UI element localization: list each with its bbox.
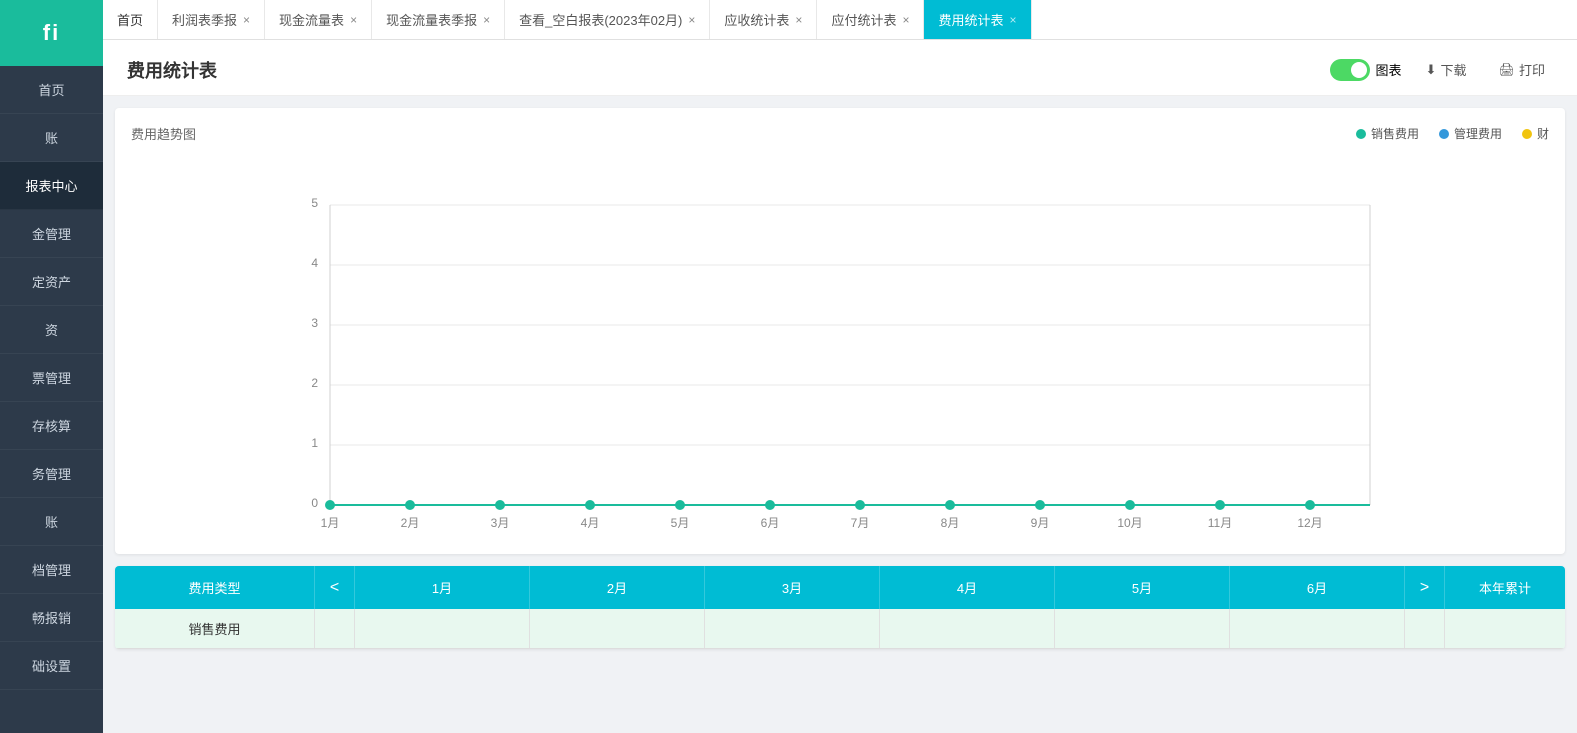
sidebar-item-account[interactable]: 账 (0, 114, 103, 162)
close-icon[interactable]: × (483, 13, 490, 27)
tab-cashflow-q[interactable]: 现金流量表季报 × (372, 0, 505, 39)
sidebar-item-cash[interactable]: 金管理 (0, 210, 103, 258)
sidebar-item-archive[interactable]: 档管理 (0, 546, 103, 594)
row-col-3 (705, 609, 880, 648)
col-total-header: 本年累计 (1445, 566, 1565, 609)
row-type-label: 销售费用 (115, 609, 315, 648)
chart-title: 费用趋势图 (131, 124, 196, 143)
col-5-header: 5月 (1055, 566, 1230, 609)
chart-toggle-container: 图表 (1330, 59, 1402, 81)
sidebar-item-ledger[interactable]: 账 (0, 498, 103, 546)
sidebar-item-settings[interactable]: 础设置 (0, 642, 103, 690)
sidebar-item-expense[interactable]: 畅报销 (0, 594, 103, 642)
row-col-6 (1230, 609, 1405, 648)
svg-text:12月: 12月 (1297, 516, 1322, 530)
svg-text:9月: 9月 (1031, 516, 1050, 530)
tab-blank-report[interactable]: 查看_空白报表(2023年02月) × (505, 0, 710, 39)
sidebar-item-inventory[interactable]: 存核算 (0, 402, 103, 450)
close-icon[interactable]: × (243, 13, 250, 27)
print-button[interactable]: 🖨 打印 (1490, 56, 1553, 83)
svg-text:3月: 3月 (491, 516, 510, 530)
col-3-header: 3月 (705, 566, 880, 609)
main-area: 首页 利润表季报 × 现金流量表 × 现金流量表季报 × 查看_空白报表(202… (103, 0, 1577, 733)
close-icon[interactable]: × (1009, 13, 1016, 27)
table-header-row: 费用类型 < 1月 2月 3月 4月 5月 6月 > 本年累计 (115, 566, 1565, 609)
close-icon[interactable]: × (350, 13, 357, 27)
sidebar-item-invoice[interactable]: 票管理 (0, 354, 103, 402)
svg-text:0: 0 (311, 496, 318, 510)
tab-receivable[interactable]: 应收统计表 × (710, 0, 817, 39)
chart-toggle-label: 图表 (1376, 60, 1402, 79)
legend-finance: 财 (1522, 125, 1549, 142)
row-col-5 (1055, 609, 1230, 648)
print-icon: 🖨 (1498, 62, 1515, 78)
chart-section: 费用趋势图 销售费用 管理费用 财 (115, 108, 1565, 554)
svg-text:10月: 10月 (1117, 516, 1142, 530)
legend-dot-mgmt (1439, 129, 1449, 139)
page-title: 费用统计表 (127, 57, 217, 83)
legend-sales: 销售费用 (1356, 125, 1419, 142)
sidebar-item-home[interactable]: 首页 (0, 66, 103, 114)
col-2-header: 2月 (530, 566, 705, 609)
chart-header: 费用趋势图 销售费用 管理费用 财 (131, 124, 1549, 143)
row-total (1445, 609, 1565, 648)
chart-legend: 销售费用 管理费用 财 (1356, 125, 1549, 142)
col-type-header: 费用类型 (115, 566, 315, 609)
close-icon[interactable]: × (902, 13, 909, 27)
table-row: 销售费用 (115, 609, 1565, 649)
tab-home[interactable]: 首页 (103, 0, 158, 39)
row-nav-next (1405, 609, 1445, 648)
svg-text:3: 3 (311, 316, 318, 330)
svg-text:1: 1 (311, 436, 318, 450)
tab-bar: 首页 利润表季报 × 现金流量表 × 现金流量表季报 × 查看_空白报表(202… (103, 0, 1577, 40)
row-nav-prev (315, 609, 355, 648)
next-months-button[interactable]: > (1405, 566, 1445, 609)
col-4-header: 4月 (880, 566, 1055, 609)
svg-text:11月: 11月 (1208, 516, 1232, 530)
sidebar-item-fund[interactable]: 资 (0, 306, 103, 354)
download-icon: ⬇ (1426, 62, 1437, 78)
svg-text:2月: 2月 (401, 516, 420, 530)
tab-payable[interactable]: 应付统计表 × (817, 0, 924, 39)
svg-text:5月: 5月 (671, 516, 690, 530)
page-header: 费用统计表 图表 ⬇ 下载 🖨 打印 (103, 40, 1577, 96)
row-col-1 (355, 609, 530, 648)
col-1-header: 1月 (355, 566, 530, 609)
expense-table: 费用类型 < 1月 2月 3月 4月 5月 6月 > 本年累计 销售费用 (115, 566, 1565, 649)
svg-text:4月: 4月 (581, 516, 600, 530)
trend-chart: 5 4 3 2 1 0 (131, 155, 1549, 535)
svg-text:4: 4 (311, 256, 318, 270)
svg-text:7月: 7月 (851, 516, 870, 530)
col-6-header: 6月 (1230, 566, 1405, 609)
page-content: 费用统计表 图表 ⬇ 下载 🖨 打印 费用趋势图 (103, 40, 1577, 733)
tab-cashflow[interactable]: 现金流量表 × (265, 0, 372, 39)
svg-text:1月: 1月 (321, 516, 340, 530)
legend-label-sales: 销售费用 (1371, 125, 1419, 142)
sidebar: fi 首页 账 报表中心 金管理 定资产 资 票管理 存核算 务管理 账 档管理… (0, 0, 103, 733)
sidebar-item-reports[interactable]: 报表中心 (0, 162, 103, 210)
header-actions: 图表 ⬇ 下载 🖨 打印 (1330, 56, 1553, 83)
close-icon[interactable]: × (795, 13, 802, 27)
chart-svg-container: 5 4 3 2 1 0 (131, 155, 1549, 538)
row-col-2 (530, 609, 705, 648)
legend-label-mgmt: 管理费用 (1454, 125, 1502, 142)
prev-months-button[interactable]: < (315, 566, 355, 609)
chart-toggle[interactable] (1330, 59, 1370, 81)
sidebar-item-service[interactable]: 务管理 (0, 450, 103, 498)
svg-text:2: 2 (311, 376, 318, 390)
tab-expense[interactable]: 费用统计表 × (924, 0, 1031, 39)
svg-text:6月: 6月 (761, 516, 780, 530)
svg-text:5: 5 (311, 196, 318, 210)
legend-label-finance: 财 (1537, 125, 1549, 142)
tab-profit[interactable]: 利润表季报 × (158, 0, 265, 39)
sidebar-item-assets[interactable]: 定资产 (0, 258, 103, 306)
sidebar-logo: fi (0, 0, 103, 66)
legend-dot-sales (1356, 129, 1366, 139)
legend-dot-finance (1522, 129, 1532, 139)
svg-text:8月: 8月 (941, 516, 960, 530)
legend-mgmt: 管理费用 (1439, 125, 1502, 142)
download-button[interactable]: ⬇ 下载 (1418, 56, 1475, 83)
row-col-4 (880, 609, 1055, 648)
close-icon[interactable]: × (688, 13, 695, 27)
